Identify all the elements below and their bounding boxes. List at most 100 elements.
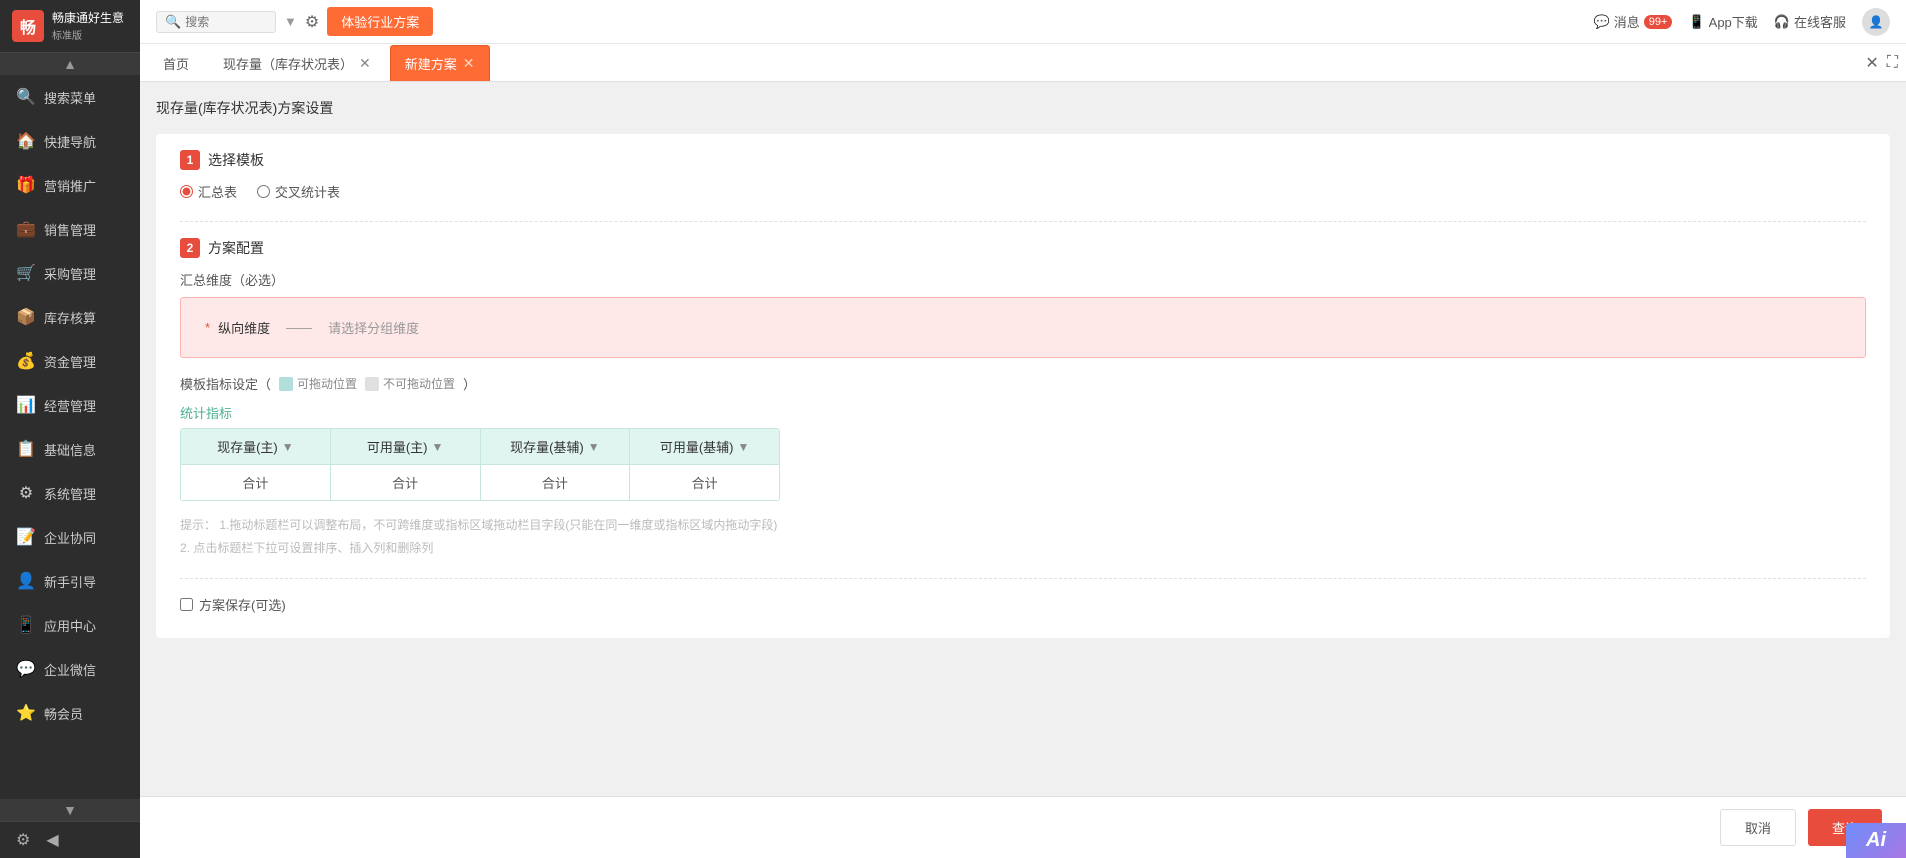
search-box[interactable]: 🔍 [156,11,276,33]
col-label-4: 可用量(基辅) [660,437,734,456]
sidebar-logo: 畅 畅康通好生意 标准版 [0,0,140,53]
bottombar: 取消 查询 [140,796,1906,858]
dropdown-arrow-icon[interactable]: ▼ [284,14,297,29]
sidebar-item-operations-label: 经营管理 [44,396,96,415]
star-icon: ⭐ [16,703,36,723]
sidebar-item-sales[interactable]: 💼 销售管理 [0,207,140,251]
search-icon: 🔍 [16,87,36,107]
sidebar-item-newbie[interactable]: 👤 新手引导 [0,559,140,603]
cancel-button[interactable]: 取消 [1720,809,1796,846]
message-item[interactable]: 💬 消息 99+ [1594,12,1673,31]
divider-1 [180,221,1866,222]
plan-settings-card: 1 选择模板 汇总表 交叉统计表 2 [156,134,1890,638]
gift-icon: 🎁 [16,175,36,195]
col-header-4[interactable]: 可用量(基辅) ▼ [630,429,779,464]
cell-agg-2: 合计 [331,465,481,500]
legend-draggable: 可拖动位置 [279,375,357,392]
step2-title: 方案配置 [208,238,264,258]
sidebar-item-finance[interactable]: 💰 资金管理 [0,339,140,383]
expand-tab-action-button[interactable]: ⛶ [1887,54,1898,72]
dimension-dash: —— [286,320,312,335]
dimension-box: * 纵向维度 —— 请选择分组维度 [180,297,1866,358]
search-icon-top: 🔍 [165,14,181,30]
tabbar-actions: ✕ ⛶ [1865,53,1898,73]
sales-icon: 💼 [16,219,36,239]
sidebar-item-apps[interactable]: 📱 应用中心 [0,603,140,647]
app-download-item[interactable]: 📱 App下载 [1688,12,1757,31]
col-header-2[interactable]: 可用量(主) ▼ [331,429,481,464]
sidebar-item-inventory[interactable]: 📦 库存核算 [0,295,140,339]
radio-cross-input[interactable] [257,185,270,198]
sidebar-nav: 🔍 搜索菜单 🏠 快捷导航 🎁 营销推广 💼 销售管理 🛒 采购管理 📦 库存核… [0,75,140,799]
collapse-icon[interactable]: ◀ [46,830,58,850]
col-header-3[interactable]: 现存量(基辅) ▼ [481,429,631,464]
save-checkbox-label[interactable]: 方案保存(可选) [199,595,286,614]
tab-inventory[interactable]: 现存量（库存状况表） ✕ [208,45,386,81]
tab-home[interactable]: 首页 [148,45,204,81]
legend-draggable-label: 可拖动位置 [297,375,357,392]
settings-bottom-icon[interactable]: ⚙ [16,830,30,850]
search-input[interactable] [185,15,265,29]
headset-icon: 🎧 [1774,14,1790,30]
step1-header: 1 选择模板 [180,150,1866,170]
sidebar-item-finance-label: 资金管理 [44,352,96,371]
save-row: 方案保存(可选) [180,595,1866,614]
user-avatar[interactable]: 👤 [1862,8,1890,36]
table-data-row: 合计 合计 合计 合计 [181,464,779,500]
sidebar-item-marketing[interactable]: 🎁 营销推广 [0,163,140,207]
legend-not-draggable: 不可拖动位置 [365,375,455,392]
sidebar-item-sales-label: 销售管理 [44,220,96,239]
sidebar-item-operations[interactable]: 📊 经营管理 [0,383,140,427]
sidebar-item-basic[interactable]: 📋 基础信息 [0,427,140,471]
sidebar-scroll-up[interactable]: ▲ [0,53,140,75]
sidebar-scroll-down[interactable]: ▼ [0,799,140,821]
sidebar-item-wechat[interactable]: 💬 企业微信 [0,647,140,691]
settings-topbar-button[interactable]: ⚙ [305,12,319,32]
doc-icon: 📝 [16,527,36,547]
tip-item-2: 2. 点击标题栏下拉可设置排序、插入列和删除列 [180,539,1866,558]
online-service-item[interactable]: 🎧 在线客服 [1774,12,1846,31]
topbar-right: 💬 消息 99+ 📱 App下载 🎧 在线客服 👤 [1594,8,1890,36]
radio-summary-input[interactable] [180,185,193,198]
message-badge: 99+ [1644,15,1673,29]
close-tab-action-button[interactable]: ✕ [1865,53,1878,73]
sidebar-item-system-label: 系统管理 [44,484,96,503]
tab-home-label: 首页 [163,54,189,73]
sidebar-item-purchase[interactable]: 🛒 采购管理 [0,251,140,295]
col-chevron-1: ▼ [282,440,294,454]
col-header-1[interactable]: 现存量(主) ▼ [181,429,331,464]
radio-summary-label: 汇总表 [198,182,237,201]
sidebar-item-enterprise[interactable]: 📝 企业协同 [0,515,140,559]
tab-new-plan[interactable]: 新建方案 ✕ [390,45,490,81]
save-checkbox[interactable] [180,598,193,611]
user-icon: 👤 [16,571,36,591]
legend-not-draggable-label: 不可拖动位置 [383,375,455,392]
step1-section: 1 选择模板 汇总表 交叉统计表 [180,150,1866,201]
sidebar-item-shortcuts[interactable]: 🏠 快捷导航 [0,119,140,163]
sidebar-item-member[interactable]: ⭐ 畅会员 [0,691,140,735]
tab-inventory-close[interactable]: ✕ [359,55,371,72]
col-chevron-4: ▼ [738,440,750,454]
dimension-row: * 纵向维度 —— 请选择分组维度 [205,318,1841,337]
industry-plan-button[interactable]: 体验行业方案 [327,7,433,36]
sidebar-item-apps-label: 应用中心 [44,616,96,635]
step2-header: 2 方案配置 [180,238,1866,258]
chat-icon: 💬 [16,659,36,679]
step1-badge: 1 [180,150,200,170]
sidebar-item-system[interactable]: ⚙ 系统管理 [0,471,140,515]
plan-config: 汇总维度（必选） * 纵向维度 —— 请选择分组维度 模板指标设定（ [180,270,1866,558]
topbar-left: 🔍 ▼ ⚙ 体验行业方案 [156,7,433,36]
col-chevron-2: ▼ [432,440,444,454]
logo-icon: 畅 [12,10,44,42]
sidebar-item-search[interactable]: 🔍 搜索菜单 [0,75,140,119]
aggregate-dim-label: 汇总维度（必选） [180,270,1866,289]
step2-badge: 2 [180,238,200,258]
ai-badge[interactable]: Ai [1846,823,1906,858]
radio-summary[interactable]: 汇总表 [180,182,237,201]
mobile-icon: 📱 [16,615,36,635]
radio-cross[interactable]: 交叉统计表 [257,182,340,201]
money-icon: 💰 [16,351,36,371]
box-icon: 📦 [16,307,36,327]
sidebar-item-search-label: 搜索菜单 [44,88,96,107]
tab-new-plan-close[interactable]: ✕ [463,55,475,72]
